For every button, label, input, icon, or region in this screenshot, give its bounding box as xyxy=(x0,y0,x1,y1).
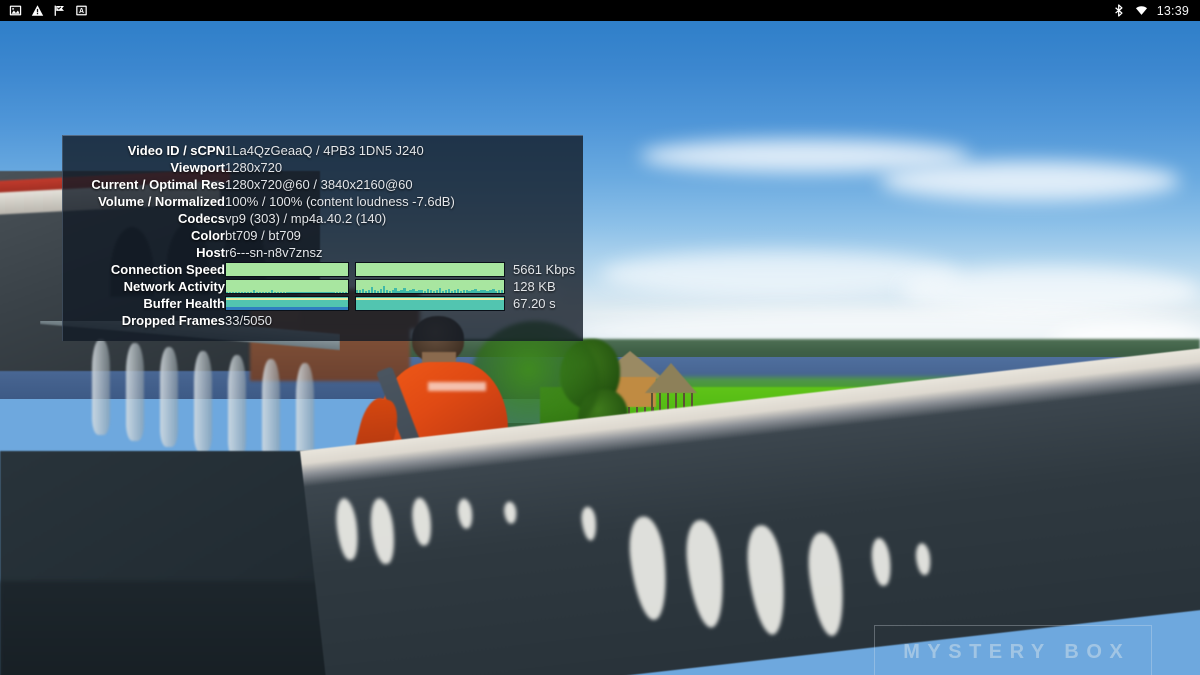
stats-row: Dropped Frames 33/5050 xyxy=(63,312,583,329)
stats-value: 5661 Kbps xyxy=(225,261,583,278)
stats-table: Video ID / sCPN 1La4QzGeaaQ / 4PB3 1DN5 … xyxy=(63,142,583,329)
bluetooth-icon[interactable] xyxy=(1113,4,1126,17)
video-player-surface[interactable]: MYSTERY BOX Video ID / sCPN 1La4QzGeaaQ … xyxy=(0,21,1200,675)
buffer-health-graph xyxy=(225,296,505,311)
svg-text:A: A xyxy=(79,8,84,15)
stats-for-nerds-overlay[interactable]: Video ID / sCPN 1La4QzGeaaQ / 4PB3 1DN5 … xyxy=(62,135,583,341)
stats-row: Volume / Normalized 100% / 100% (content… xyxy=(63,193,583,210)
stats-label: Buffer Health xyxy=(143,296,225,311)
watermark-text: MYSTERY BOX xyxy=(903,640,1131,663)
screen-root: MYSTERY BOX Video ID / sCPN 1La4QzGeaaQ … xyxy=(0,0,1200,675)
baluster xyxy=(160,347,178,447)
sun-patch xyxy=(333,497,361,562)
baluster xyxy=(228,355,246,459)
graph-accent-line xyxy=(356,298,504,300)
sun-patch xyxy=(804,530,849,638)
sun-patch xyxy=(503,500,518,525)
graph-box-right xyxy=(355,296,505,311)
shirt-logo xyxy=(428,382,486,391)
connection-speed-graph xyxy=(225,262,505,277)
stats-row: Color bt709 / bt709 xyxy=(63,227,583,244)
baluster xyxy=(262,359,280,465)
sun-patch xyxy=(625,514,672,622)
status-bar-left-icons: A xyxy=(0,4,88,17)
network-activity-readout: 128 KB xyxy=(513,279,556,294)
graph-bar xyxy=(501,289,504,293)
warning-icon[interactable] xyxy=(31,4,44,17)
stats-value: 33/5050 xyxy=(225,313,272,328)
baluster xyxy=(92,339,110,435)
stats-label: Video ID / sCPN xyxy=(127,143,225,158)
stats-label: Viewport xyxy=(170,160,225,175)
sun-patch xyxy=(682,518,729,630)
graph-box-left xyxy=(225,296,349,311)
stilt-house xyxy=(645,363,697,427)
stats-label: Dropped Frames xyxy=(121,313,225,328)
stats-label: Volume / Normalized xyxy=(98,194,225,209)
stats-row: Video ID / sCPN 1La4QzGeaaQ / 4PB3 1DN5 … xyxy=(63,142,583,159)
stats-row: Viewport 1280x720 xyxy=(63,159,583,176)
stats-value: r6---sn-n8v7znsz xyxy=(225,245,323,260)
graph-box-right xyxy=(355,279,505,294)
sun-patch xyxy=(580,506,598,542)
stats-value: 100% / 100% (content loudness -7.6dB) xyxy=(225,194,455,209)
stats-value: 1280x720 xyxy=(225,160,283,175)
system-status-bar: A 13:39 xyxy=(0,0,1200,21)
cloud xyxy=(880,161,1180,201)
baluster xyxy=(126,343,144,441)
status-bar-right-icons: 13:39 xyxy=(1113,4,1200,18)
stats-value: 128 KB xyxy=(225,278,583,295)
sun-patch xyxy=(410,496,434,547)
stats-value: bt709 / bt709 xyxy=(225,228,301,243)
stats-value: 1La4QzGeaaQ / 4PB3 1DN5 J240 xyxy=(225,143,424,158)
baluster xyxy=(194,351,212,453)
stats-row: Current / Optimal Res 1280x720@60 / 3840… xyxy=(63,176,583,193)
stats-label: Network Activity xyxy=(123,279,225,294)
stats-value: 67.20 s xyxy=(225,295,583,312)
sun-patch xyxy=(743,523,790,637)
graph-box-right xyxy=(355,262,505,277)
sun-patch xyxy=(914,542,933,576)
buffer-health-readout: 67.20 s xyxy=(513,296,556,311)
sun-patch xyxy=(456,498,474,530)
text-box-icon[interactable]: A xyxy=(75,4,88,17)
image-icon[interactable] xyxy=(9,4,22,17)
graph-bar xyxy=(345,291,348,293)
stats-row: Codecs vp9 (303) / mp4a.40.2 (140) xyxy=(63,210,583,227)
flag-icon[interactable] xyxy=(53,4,66,17)
graph-box-left xyxy=(225,262,349,277)
stats-graph-row: Buffer Health 67.20 s xyxy=(63,295,583,312)
wifi-icon[interactable] xyxy=(1135,4,1148,17)
graph-fill xyxy=(356,263,504,276)
graph-accent-line xyxy=(226,298,348,300)
mystery-box-watermark: MYSTERY BOX xyxy=(874,625,1152,675)
balustrade-left xyxy=(40,321,340,471)
stats-label: Host xyxy=(196,245,225,260)
stats-row: Host r6---sn-n8v7znsz xyxy=(63,244,583,261)
sun-patch xyxy=(367,497,398,566)
connection-speed-readout: 5661 Kbps xyxy=(513,262,576,277)
graph-fill xyxy=(226,263,348,276)
stats-value: 1280x720@60 / 3840x2160@60 xyxy=(225,177,413,192)
stats-graph-row: Connection Speed 5661 Kbps xyxy=(63,261,583,278)
buffer-secondary-fill xyxy=(226,306,348,310)
stats-label: Connection Speed xyxy=(110,262,225,277)
network-activity-graph xyxy=(225,279,505,294)
graph-box-left xyxy=(225,279,349,294)
system-clock: 13:39 xyxy=(1156,3,1189,18)
stats-value: vp9 (303) / mp4a.40.2 (140) xyxy=(225,211,387,226)
sun-patch xyxy=(869,537,893,587)
stats-label: Color xyxy=(191,228,225,243)
stats-graph-row: Network Activity 128 KB xyxy=(63,278,583,295)
stats-label: Codecs xyxy=(178,211,225,226)
stats-label: Current / Optimal Res xyxy=(91,177,225,192)
